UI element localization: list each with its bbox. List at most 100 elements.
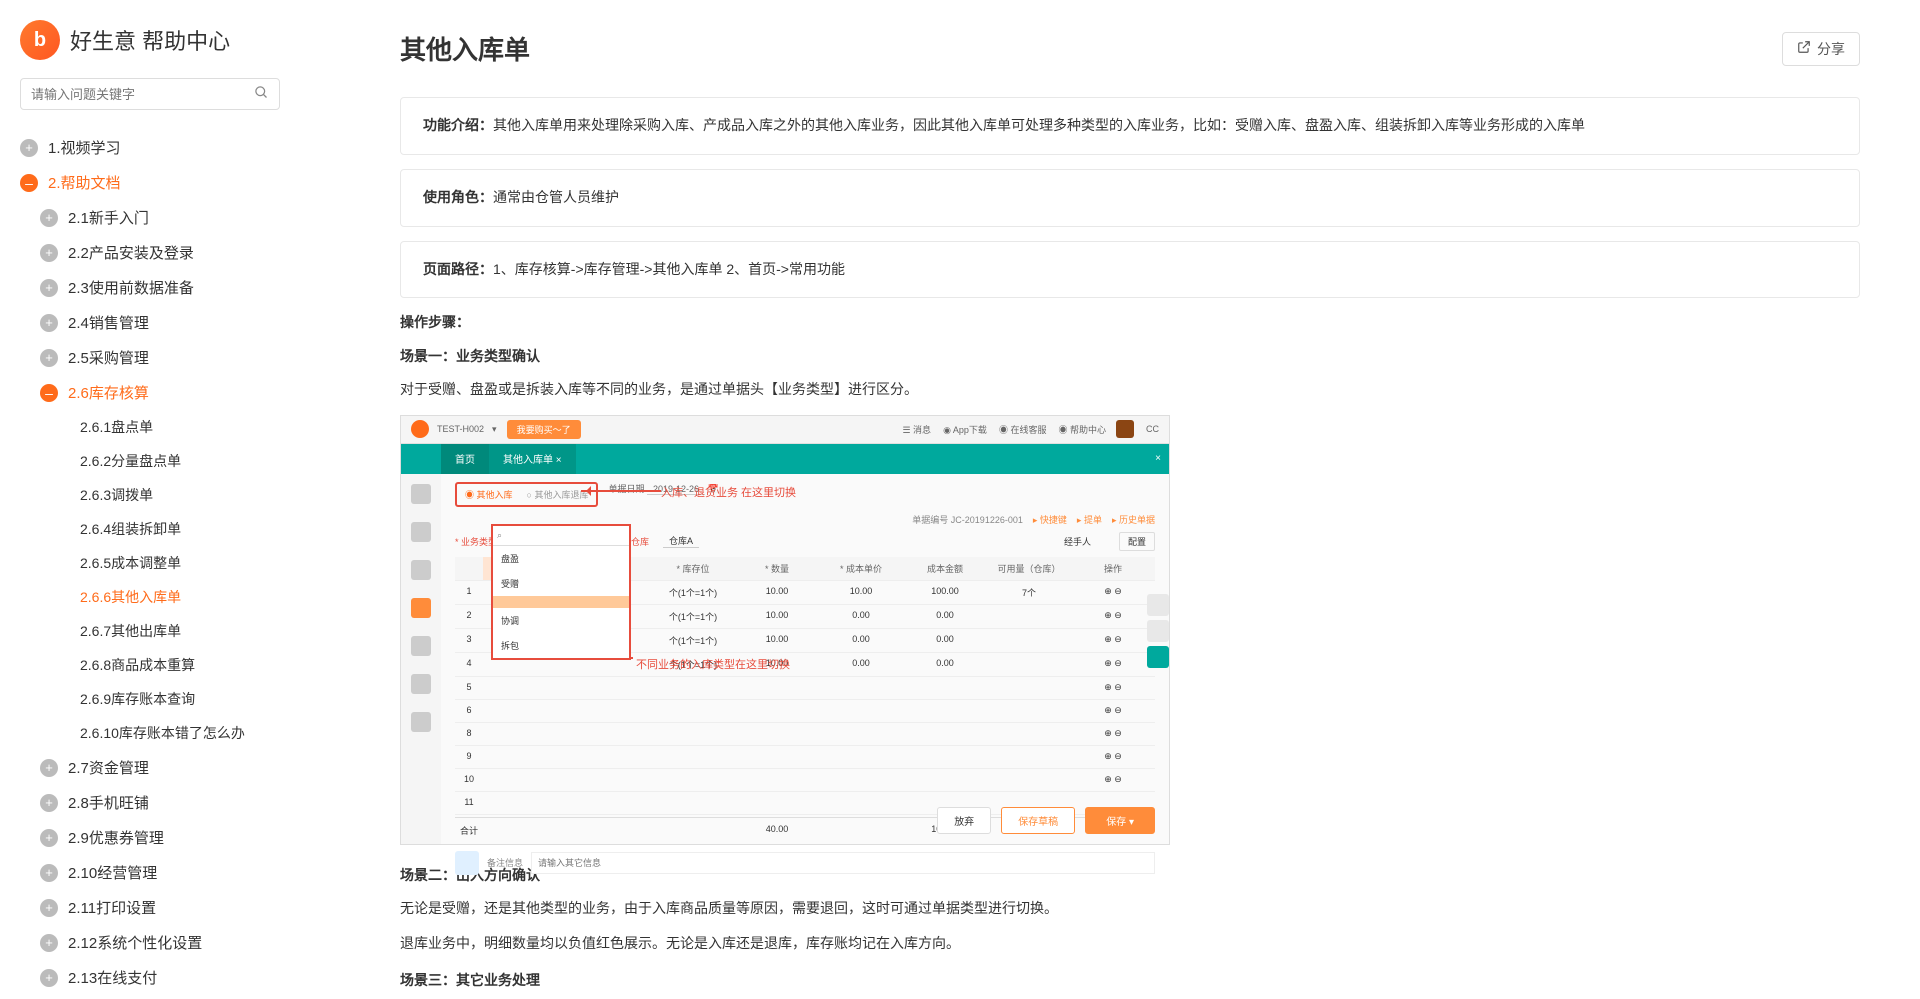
nav-2-6-4[interactable]: 2.6.4组装拆卸单 bbox=[20, 512, 299, 546]
nav-2-6-6[interactable]: 2.6.6其他入库单 bbox=[20, 580, 299, 614]
sp-rail-icon bbox=[411, 712, 431, 732]
expand-icon: + bbox=[40, 934, 58, 952]
expand-icon: + bbox=[40, 969, 58, 987]
search-input[interactable] bbox=[31, 87, 254, 102]
nav-2-13[interactable]: +2.13在线支付 bbox=[20, 960, 299, 995]
nav-2-3[interactable]: +2.3使用前数据准备 bbox=[20, 270, 299, 305]
sp-rail-icon bbox=[411, 522, 431, 542]
intro-text: 其他入库单用来处理除采购入库、产成品入库之外的其他入库业务，因此其他入库单可处理… bbox=[493, 117, 1585, 133]
sp-link-service: ◉ 在线客服 bbox=[999, 423, 1047, 436]
sp-left-rail bbox=[401, 474, 441, 844]
sp-link-msg: ☰ 消息 bbox=[902, 423, 931, 436]
search-box[interactable] bbox=[20, 78, 280, 110]
sp-user: CC bbox=[1146, 424, 1159, 434]
sp-note-input bbox=[531, 852, 1155, 874]
sp-discard-button: 放弃 bbox=[937, 807, 991, 834]
collapse-icon: – bbox=[40, 384, 58, 402]
nav-2-1[interactable]: +2.1新手入门 bbox=[20, 200, 299, 235]
nav-2-6[interactable]: –2.6库存核算 bbox=[20, 375, 299, 410]
steps-label: 操作步骤： bbox=[400, 312, 1860, 332]
sp-buy-button: 我要购买～了 bbox=[507, 420, 581, 439]
scene2-p2: 退库业务中，明细数量均以负值红色展示。无论是入库还是退库，库存账均记在入库方向。 bbox=[400, 930, 1860, 957]
nav-help-docs[interactable]: –2.帮助文档 bbox=[20, 165, 299, 200]
share-button[interactable]: 分享 bbox=[1782, 32, 1860, 66]
page-title: 其他入库单 bbox=[400, 30, 530, 67]
nav-2-5[interactable]: +2.5采购管理 bbox=[20, 340, 299, 375]
nav-2-6-8[interactable]: 2.6.8商品成本重算 bbox=[20, 648, 299, 682]
sp-tool-icon bbox=[1147, 620, 1169, 642]
nav-2-10[interactable]: +2.10经营管理 bbox=[20, 855, 299, 890]
screenshot-1: TEST-H002 ▾ 我要购买～了 ☰ 消息 ◉ App下载 ◉ 在线客服 ◉… bbox=[400, 415, 1170, 845]
nav-2-6-10[interactable]: 2.6.10库存账本错了怎么办 bbox=[20, 716, 299, 750]
sp-biztype-dropdown: ⌕ 盘盈 受赠 协调 拆包 bbox=[491, 524, 631, 660]
expand-icon: + bbox=[40, 349, 58, 367]
sp-link-help: ◉ 帮助中心 bbox=[1058, 423, 1106, 436]
sp-annotation-2: 不同业务的入库类型在这里切换 bbox=[636, 656, 790, 672]
sp-rail-icon-active bbox=[411, 598, 431, 618]
nav-2-11[interactable]: +2.11打印设置 bbox=[20, 890, 299, 925]
nav-2-6-3[interactable]: 2.6.3调拨单 bbox=[20, 478, 299, 512]
nav-2-6-5[interactable]: 2.6.5成本调整单 bbox=[20, 546, 299, 580]
nav-tree: +1.视频学习 –2.帮助文档 +2.1新手入门 +2.2产品安装及登录 +2.… bbox=[20, 130, 299, 999]
logo-text: 好生意 帮助中心 bbox=[70, 24, 230, 56]
sp-right-tools bbox=[1147, 594, 1169, 668]
sp-rail-icon bbox=[411, 674, 431, 694]
nav-2-4[interactable]: +2.4销售管理 bbox=[20, 305, 299, 340]
nav-2-6-9[interactable]: 2.6.9库存账本查询 bbox=[20, 682, 299, 716]
sp-account: TEST-H002 bbox=[437, 424, 484, 434]
expand-icon: + bbox=[40, 864, 58, 882]
expand-icon: + bbox=[40, 209, 58, 227]
sp-avatar-icon bbox=[1116, 420, 1134, 438]
nav-video-learning[interactable]: +1.视频学习 bbox=[20, 130, 299, 165]
scene1-para: 对于受赠、盘盈或是拆装入库等不同的业务，是通过单据头【业务类型】进行区分。 bbox=[400, 376, 1860, 403]
share-label: 分享 bbox=[1817, 39, 1845, 59]
scene1-title: 场景一：业务类型确认 bbox=[400, 346, 1860, 366]
sp-draft-button: 保存草稿 bbox=[1001, 807, 1075, 834]
nav-2-6-7[interactable]: 2.6.7其他出库单 bbox=[20, 614, 299, 648]
nav-2-9[interactable]: +2.9优惠券管理 bbox=[20, 820, 299, 855]
sp-rail-icon bbox=[411, 560, 431, 580]
sp-arrow-icon bbox=[571, 484, 661, 496]
nav-2-6-2[interactable]: 2.6.2分量盘点单 bbox=[20, 444, 299, 478]
expand-icon: + bbox=[40, 279, 58, 297]
share-icon bbox=[1797, 40, 1811, 57]
sp-tool-icon bbox=[1147, 594, 1169, 616]
expand-icon: + bbox=[40, 244, 58, 262]
expand-icon: + bbox=[20, 139, 38, 157]
path-label: 页面路径： bbox=[423, 261, 493, 277]
expand-icon: + bbox=[40, 899, 58, 917]
nav-2-2[interactable]: +2.2产品安装及登录 bbox=[20, 235, 299, 270]
role-label: 使用角色： bbox=[423, 189, 493, 205]
scene3-title: 场景三：其它业务处理 bbox=[400, 970, 1860, 990]
sp-rail-icon bbox=[411, 484, 431, 504]
nav-2-7[interactable]: +2.7资金管理 bbox=[20, 750, 299, 785]
sp-close-icon: × bbox=[1147, 444, 1169, 474]
logo[interactable]: b 好生意 帮助中心 bbox=[20, 20, 299, 60]
main-content: 其他入库单 分享 功能介绍：其他入库单用来处理除采购入库、产成品入库之外的其他入… bbox=[300, 0, 1920, 999]
sp-note-icon bbox=[455, 851, 479, 875]
expand-icon: + bbox=[40, 829, 58, 847]
nav-2-14[interactable]: +2.14常见问题 bbox=[20, 995, 299, 999]
sp-tab-home: 首页 bbox=[441, 444, 489, 474]
intro-box: 功能介绍：其他入库单用来处理除采购入库、产成品入库之外的其他入库业务，因此其他入… bbox=[400, 97, 1860, 155]
search-icon[interactable] bbox=[254, 85, 269, 103]
path-box: 页面路径：1、库存核算->库存管理->其他入库单 2、首页->常用功能 bbox=[400, 241, 1860, 299]
sp-link-app: ◉ App下载 bbox=[943, 423, 987, 436]
sp-annotation-1: 入库、退货业务 在这里切换 bbox=[661, 484, 796, 500]
nav-2-12[interactable]: +2.12系统个性化设置 bbox=[20, 925, 299, 960]
sp-logo-icon bbox=[411, 420, 429, 438]
nav-2-6-1[interactable]: 2.6.1盘点单 bbox=[20, 410, 299, 444]
path-text: 1、库存核算->库存管理->其他入库单 2、首页->常用功能 bbox=[493, 261, 845, 277]
nav-2-8[interactable]: +2.8手机旺铺 bbox=[20, 785, 299, 820]
sp-tab-current: 其他入库单 × bbox=[489, 444, 576, 474]
scene2-p1: 无论是受赠，还是其他类型的业务，由于入库商品质量等原因，需要退回，这时可通过单据… bbox=[400, 895, 1860, 922]
sp-tool-icon bbox=[1147, 646, 1169, 668]
intro-label: 功能介绍： bbox=[423, 117, 493, 133]
sp-save-button: 保存 ▾ bbox=[1085, 807, 1155, 834]
collapse-icon: – bbox=[20, 174, 38, 192]
expand-icon: + bbox=[40, 759, 58, 777]
sp-rail-icon bbox=[411, 636, 431, 656]
expand-icon: + bbox=[40, 314, 58, 332]
role-box: 使用角色：通常由仓管人员维护 bbox=[400, 169, 1860, 227]
logo-icon: b bbox=[20, 20, 60, 60]
